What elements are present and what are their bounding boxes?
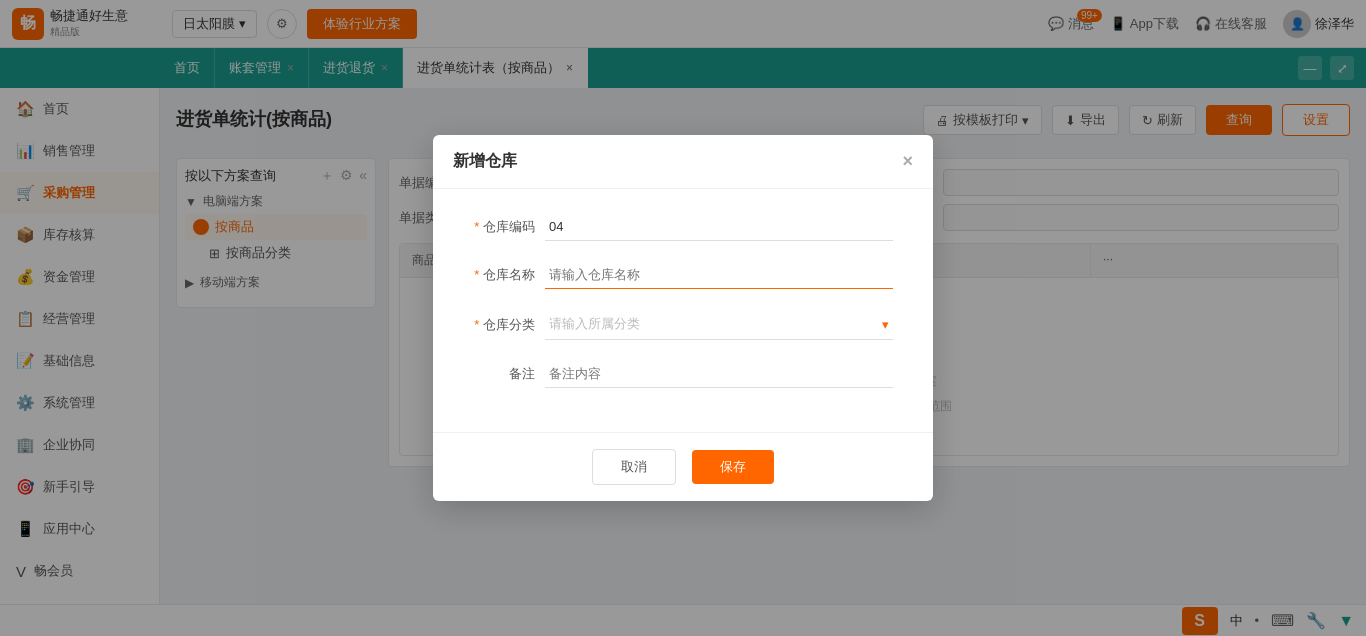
warehouse-category-placeholder: 请输入所属分类 bbox=[549, 315, 640, 333]
modal-title: 新增仓库 bbox=[453, 151, 517, 172]
dropdown-icon: ▾ bbox=[882, 317, 889, 332]
warehouse-code-input[interactable] bbox=[545, 213, 893, 241]
new-warehouse-modal: 新增仓库 × 仓库编码 仓库名称 仓库分类 请输入所属分类 ▾ bbox=[433, 135, 933, 501]
modal-field-category: 仓库分类 请输入所属分类 ▾ bbox=[473, 309, 893, 340]
modal-footer: 取消 保存 bbox=[433, 432, 933, 501]
cancel-button[interactable]: 取消 bbox=[592, 449, 676, 485]
save-button[interactable]: 保存 bbox=[692, 450, 774, 484]
modal-field-code: 仓库编码 bbox=[473, 213, 893, 241]
modal-field-name: 仓库名称 bbox=[473, 261, 893, 289]
modal-close-button[interactable]: × bbox=[902, 151, 913, 172]
warehouse-category-select[interactable]: 请输入所属分类 ▾ bbox=[545, 309, 893, 340]
modal-overlay: 新增仓库 × 仓库编码 仓库名称 仓库分类 请输入所属分类 ▾ bbox=[0, 0, 1366, 636]
modal-body: 仓库编码 仓库名称 仓库分类 请输入所属分类 ▾ 备注 bbox=[433, 189, 933, 432]
warehouse-code-label: 仓库编码 bbox=[473, 218, 545, 236]
modal-header: 新增仓库 × bbox=[433, 135, 933, 189]
warehouse-category-label: 仓库分类 bbox=[473, 316, 545, 334]
warehouse-name-label: 仓库名称 bbox=[473, 266, 545, 284]
modal-field-remark: 备注 bbox=[473, 360, 893, 388]
remark-label: 备注 bbox=[473, 365, 545, 383]
remark-input[interactable] bbox=[545, 360, 893, 388]
warehouse-name-input[interactable] bbox=[545, 261, 893, 289]
